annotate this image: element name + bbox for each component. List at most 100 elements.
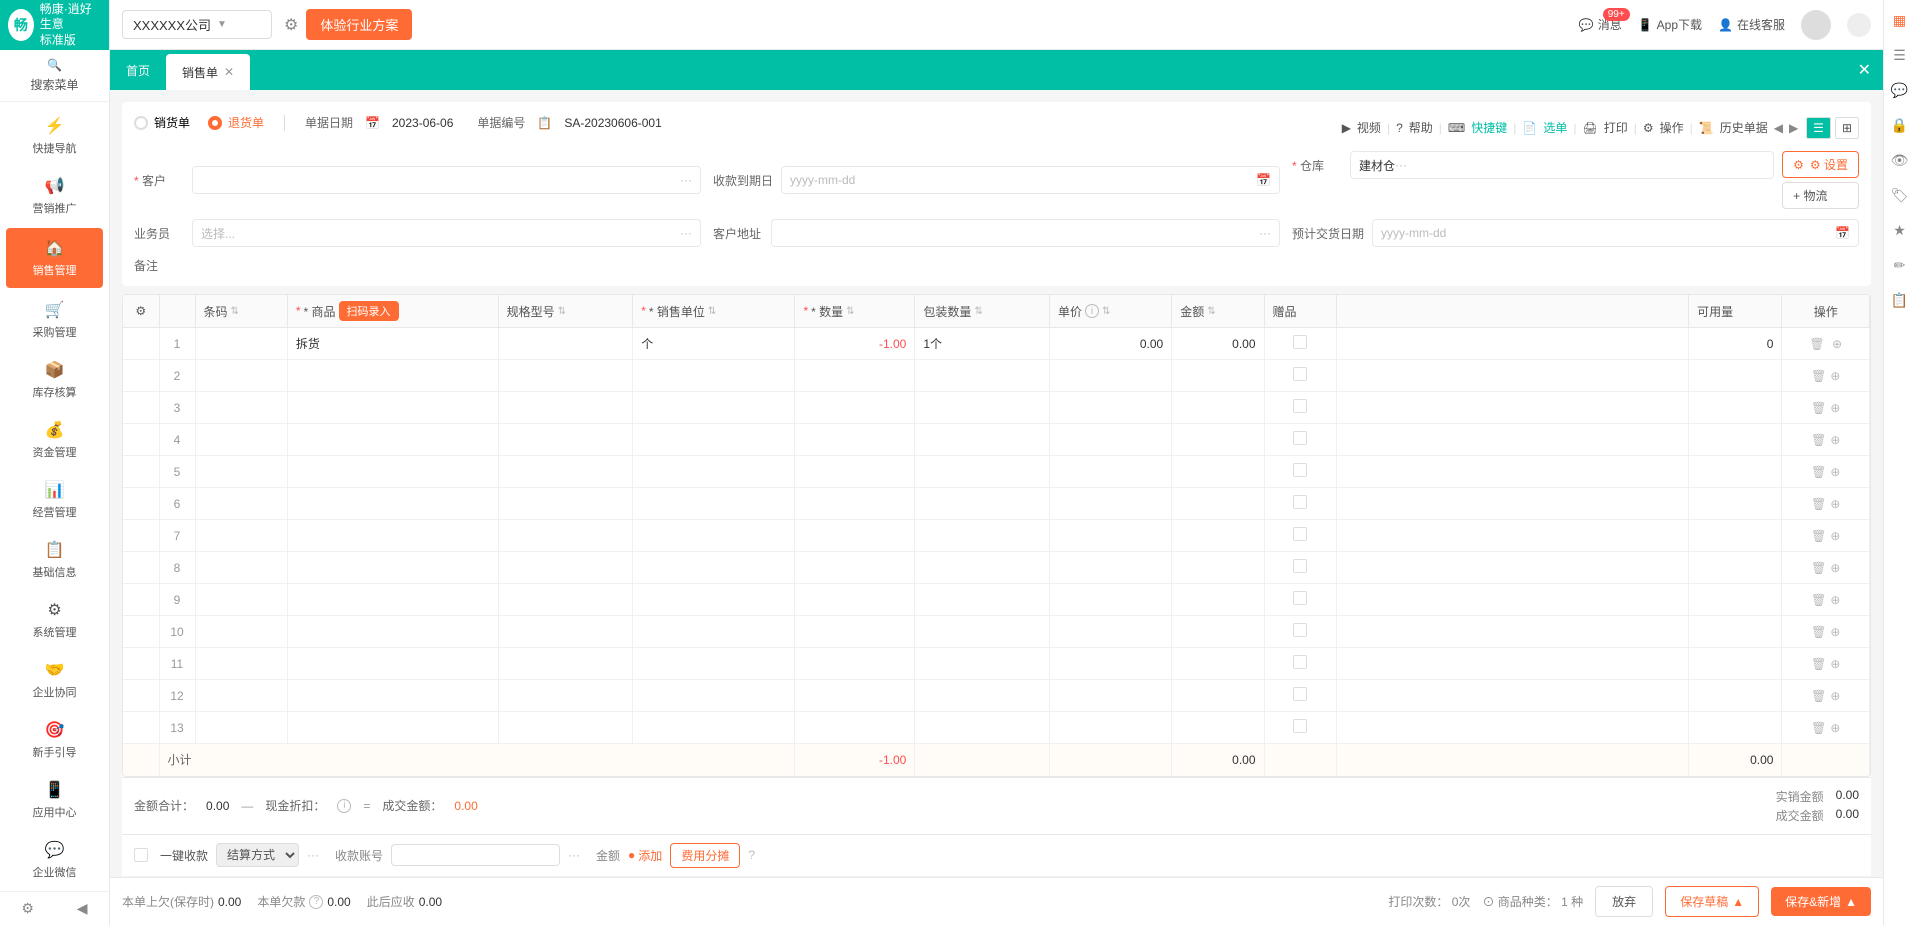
row-spec[interactable] [498, 328, 633, 360]
view-toggle-grid[interactable]: ⊞ [1835, 117, 1859, 139]
row-price[interactable]: 0.00 [1049, 328, 1171, 360]
right-panel-list-icon[interactable]: ☰ [1884, 43, 1915, 68]
copy-icon[interactable]: ⊕ [1832, 337, 1842, 351]
delete-icon[interactable]: 🗑 [1811, 689, 1826, 703]
gift-checkbox[interactable] [1293, 335, 1307, 349]
gift-checkbox[interactable] [1293, 655, 1307, 669]
gift-checkbox[interactable] [1293, 687, 1307, 701]
sidebar-item-quick-nav[interactable]: ⚡ 快捷导航 [0, 106, 109, 166]
scan-button[interactable]: 扫码录入 [339, 301, 399, 321]
total-due-info-icon[interactable]: ? [309, 895, 323, 909]
sidebar-item-guide[interactable]: 🎯 新手引导 [0, 710, 109, 770]
user-avatar-2[interactable] [1847, 13, 1871, 37]
qty-sort-icon[interactable]: ⇅ [846, 306, 854, 317]
delete-icon[interactable]: 🗑 [1811, 433, 1826, 447]
add-payment-button[interactable]: ● 添加 [628, 847, 662, 864]
price-sort-icon[interactable]: ⇅ [1102, 306, 1110, 317]
logistics-button[interactable]: + 物流 [1782, 182, 1859, 209]
gift-checkbox[interactable] [1293, 719, 1307, 733]
date-calendar-icon[interactable]: 📅 [365, 116, 380, 130]
copy-icon[interactable]: ⊕ [1830, 657, 1840, 671]
expected-date-calendar-icon[interactable]: 📅 [1835, 226, 1850, 240]
gift-checkbox[interactable] [1293, 431, 1307, 445]
sidebar-item-ops[interactable]: 📊 经营管理 [0, 470, 109, 530]
warehouse-dots[interactable]: ··· [1395, 158, 1407, 172]
fee-help-icon[interactable]: ? [748, 848, 755, 862]
save-draft-button[interactable]: 保存草稿 ▲ [1665, 886, 1759, 917]
gift-checkbox[interactable] [1293, 591, 1307, 605]
sidebar-item-system[interactable]: ⚙ 系统管理 [0, 590, 109, 650]
th-barcode[interactable]: 条码 ⇅ [195, 295, 287, 328]
amount-sort-icon[interactable]: ⇅ [1207, 306, 1215, 317]
gift-checkbox[interactable] [1293, 559, 1307, 573]
trial-button[interactable]: 体验行业方案 [306, 9, 412, 40]
right-panel-star-icon[interactable]: ★ [1884, 218, 1915, 243]
next-icon[interactable]: ▶ [1789, 121, 1798, 135]
copy-icon[interactable]: ⊕ [1830, 689, 1840, 703]
copy-icon[interactable]: ⊕ [1830, 401, 1840, 415]
copy-icon[interactable]: ⊕ [1830, 625, 1840, 639]
th-qty[interactable]: * * 数量 ⇅ [795, 295, 915, 328]
row-desc[interactable] [1336, 328, 1688, 360]
delete-icon[interactable]: 🗑 [1811, 657, 1826, 671]
unit-sort-icon[interactable]: ⇅ [708, 306, 716, 317]
barcode-sort-icon[interactable]: ⇅ [231, 306, 239, 317]
th-product[interactable]: * * 商品 扫码录入 [287, 295, 498, 328]
sidebar-item-wechat[interactable]: 💬 企业微信 [0, 830, 109, 890]
sidebar-item-basic[interactable]: 📋 基础信息 [0, 530, 109, 590]
discount-info-icon[interactable]: i [337, 799, 351, 813]
pkg-sort-icon[interactable]: ⇅ [974, 306, 982, 317]
online-service-button[interactable]: 👤 在线客服 [1718, 16, 1785, 33]
salesperson-dots[interactable]: ··· [680, 226, 692, 240]
copy-icon[interactable]: ⊕ [1830, 561, 1840, 575]
delete-icon[interactable]: 🗑 [1811, 561, 1826, 575]
settings-bottom-icon[interactable]: ⚙ [21, 900, 34, 917]
app-download-button[interactable]: 📱 App下载 [1638, 16, 1702, 33]
account-dots[interactable]: ··· [568, 848, 580, 862]
th-price[interactable]: 单价 i ⇅ [1049, 295, 1171, 328]
row-gift[interactable] [1264, 328, 1336, 360]
price-info-icon[interactable]: i [1085, 304, 1099, 318]
sidebar-search[interactable]: 🔍 搜索菜单 [0, 50, 109, 102]
right-panel-tag-icon[interactable]: 🏷 [1884, 183, 1915, 208]
right-panel-chat-icon[interactable]: 💬 [1884, 78, 1915, 103]
gift-checkbox[interactable] [1293, 399, 1307, 413]
delete-icon[interactable]: 🗑 [1811, 625, 1826, 639]
copy-icon[interactable]: ⊕ [1830, 593, 1840, 607]
settings-button[interactable]: ⚙ ⚙ 设置 [1782, 151, 1859, 178]
tab-sales-order[interactable]: 销售单 ✕ [166, 54, 250, 90]
th-pkg[interactable]: 包装数量 ⇅ [915, 295, 1050, 328]
gift-checkbox[interactable] [1293, 623, 1307, 637]
delete-icon[interactable]: 🗑 [1811, 465, 1826, 479]
sidebar-item-marketing[interactable]: 📢 营销推广 [0, 166, 109, 226]
user-avatar[interactable] [1801, 10, 1831, 40]
copy-icon[interactable]: ⊕ [1830, 497, 1840, 511]
fee-split-button[interactable]: 费用分摊 [670, 843, 740, 868]
th-spec[interactable]: 规格型号 ⇅ [498, 295, 633, 328]
row-amount[interactable]: 0.00 [1172, 328, 1264, 360]
right-panel-lock-icon[interactable]: 🔒 [1884, 113, 1915, 138]
delete-icon[interactable]: 🗑 [1811, 369, 1826, 383]
delete-icon[interactable]: 🗑 [1809, 337, 1824, 351]
save-new-button[interactable]: 保存&新增 ▲ [1771, 887, 1871, 916]
header-settings-icon[interactable]: ⚙ [284, 15, 298, 35]
prev-icon[interactable]: ◀ [1774, 121, 1783, 135]
collapse-icon[interactable]: ◀ [77, 900, 88, 917]
due-date-calendar-icon[interactable]: 📅 [1256, 173, 1271, 187]
sidebar-item-sales[interactable]: 🏠 销售管理 [6, 228, 103, 288]
th-avail[interactable]: 可用量 [1689, 295, 1782, 328]
copy-icon[interactable]: ⊕ [1830, 369, 1840, 383]
row-pkg[interactable]: 1个 [915, 328, 1050, 360]
gift-checkbox[interactable] [1293, 495, 1307, 509]
row-barcode[interactable] [195, 328, 287, 360]
th-gift[interactable]: 赠品 [1264, 295, 1336, 328]
th-desc[interactable] [1336, 295, 1688, 328]
right-panel-grid-icon[interactable]: ▦ [1884, 8, 1915, 33]
copy-icon[interactable]: ⊕ [1830, 433, 1840, 447]
gift-checkbox[interactable] [1293, 527, 1307, 541]
spec-sort-icon[interactable]: ⇅ [558, 306, 566, 317]
sidebar-item-inventory[interactable]: 📦 库存核算 [0, 350, 109, 410]
row-product[interactable]: 拆货 [287, 328, 498, 360]
sidebar-item-apps[interactable]: 📱 应用中心 [0, 770, 109, 830]
th-amount[interactable]: 金额 ⇅ [1172, 295, 1264, 328]
